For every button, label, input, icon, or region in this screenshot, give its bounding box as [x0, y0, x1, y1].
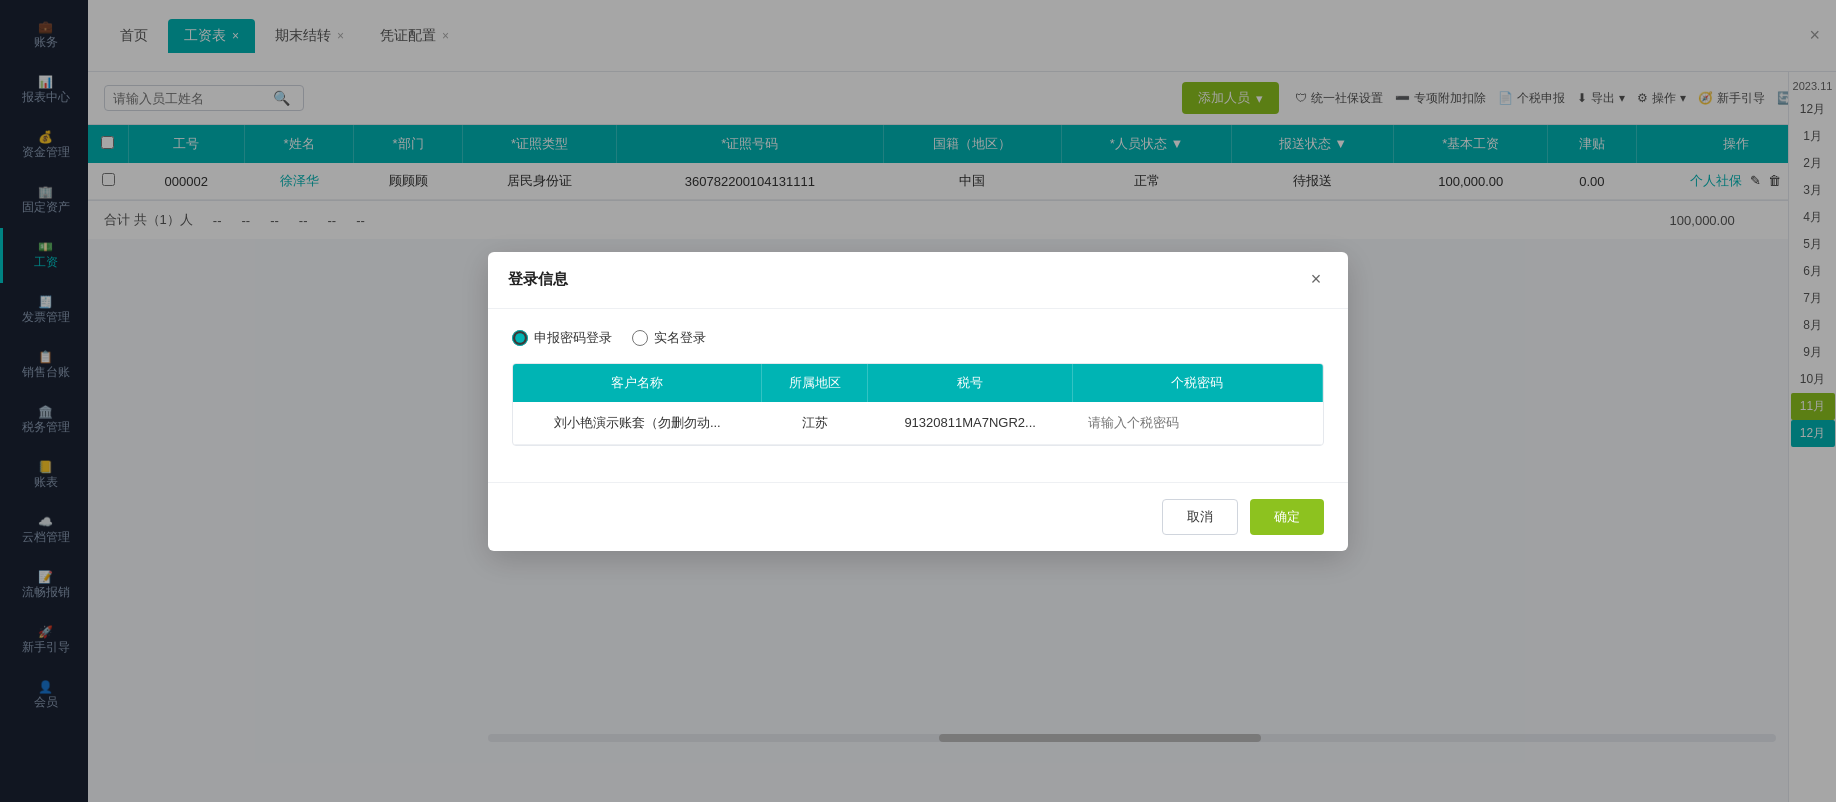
radio-realname-label: 实名登录	[654, 329, 706, 347]
radio-realname-login[interactable]: 实名登录	[632, 329, 706, 347]
login-info-modal: 登录信息 × 申报密码登录 实名登录 客户名称	[488, 252, 1348, 551]
login-table-wrapper: 客户名称 所属地区 税号 个税密码 刘小艳演示账套（勿删勿动... 江苏 913…	[512, 363, 1324, 446]
modal-close-button[interactable]: ×	[1304, 268, 1328, 292]
modal-header: 登录信息 ×	[488, 252, 1348, 309]
confirm-button[interactable]: 确定	[1250, 499, 1324, 535]
col-region: 所属地区	[762, 364, 868, 402]
inner-table-row: 刘小艳演示账套（勿删勿动... 江苏 91320811MA7NGR2...	[513, 402, 1323, 445]
login-type-radio-group: 申报密码登录 实名登录	[512, 329, 1324, 347]
cancel-button[interactable]: 取消	[1162, 499, 1238, 535]
client-name-cell: 刘小艳演示账套（勿删勿动...	[513, 402, 762, 445]
region-cell: 江苏	[762, 402, 868, 445]
col-tax-no: 税号	[868, 364, 1072, 402]
col-client-name: 客户名称	[513, 364, 762, 402]
radio-password-input[interactable]	[512, 330, 528, 346]
col-tax-password: 个税密码	[1072, 364, 1322, 402]
tax-password-input[interactable]	[1088, 415, 1306, 430]
modal-footer: 取消 确定	[488, 482, 1348, 551]
inner-table-header-row: 客户名称 所属地区 税号 个税密码	[513, 364, 1323, 402]
tax-password-cell[interactable]	[1072, 402, 1322, 445]
radio-password-label: 申报密码登录	[534, 329, 612, 347]
radio-realname-input[interactable]	[632, 330, 648, 346]
modal-body: 申报密码登录 实名登录 客户名称 所属地区 税号 个税密码	[488, 309, 1348, 482]
login-table: 客户名称 所属地区 税号 个税密码 刘小艳演示账套（勿删勿动... 江苏 913…	[513, 364, 1323, 445]
tax-no-cell: 91320811MA7NGR2...	[868, 402, 1072, 445]
modal-title: 登录信息	[508, 270, 568, 289]
radio-password-login[interactable]: 申报密码登录	[512, 329, 612, 347]
modal-overlay: 登录信息 × 申报密码登录 实名登录 客户名称	[0, 0, 1836, 802]
